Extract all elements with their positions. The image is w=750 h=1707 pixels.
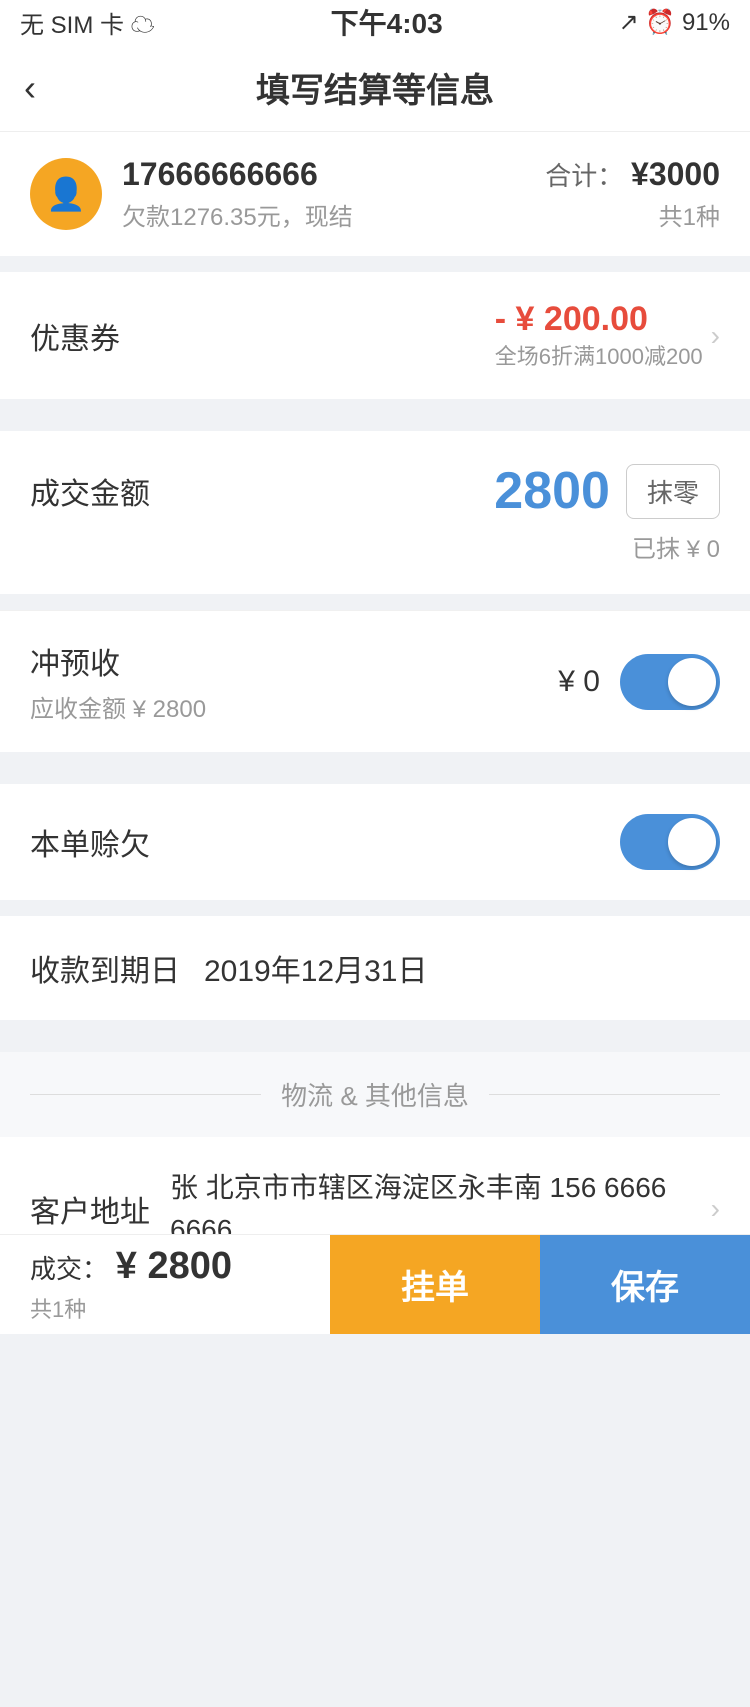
- bottom-spacer: [0, 1297, 750, 1597]
- bottom-deal-row: 成交： ¥ 2800: [30, 1245, 300, 1288]
- bottom-count: 共1种: [30, 1292, 300, 1324]
- section-divider-2: [0, 768, 750, 784]
- signal-text: 无 SIM 卡 ☁: [20, 5, 155, 40]
- total-amount: ¥3000: [631, 156, 720, 192]
- battery-text: ↗ ⏰ 91%: [619, 8, 730, 37]
- coupon-desc: 全场6折满1000减200: [495, 339, 703, 371]
- pending-button[interactable]: 挂单: [330, 1235, 540, 1334]
- pre-receive-amount: ¥ 0: [558, 665, 600, 699]
- pre-right: ¥ 0: [558, 654, 720, 710]
- date-row: 收款到期日 2019年12月31日: [0, 916, 750, 1020]
- deal-amount-label: 成交金额: [30, 469, 150, 513]
- status-time: 下午4:03: [331, 2, 443, 42]
- address-chevron-icon: ›: [711, 1193, 720, 1225]
- coupon-row[interactable]: 优惠券 - ¥ 200.00 全场6折满1000减200 ›: [0, 272, 750, 399]
- section-divider-3: [0, 1036, 750, 1052]
- deal-section: 成交金额 2800 抹零 已抹 ¥ 0: [0, 431, 750, 594]
- deal-right: 2800 抹零: [494, 461, 720, 521]
- nav-bar: ‹ 填写结算等信息: [0, 44, 750, 132]
- coupon-right-content: - ¥ 200.00 全场6折满1000减200: [495, 300, 703, 371]
- bottom-summary: 成交： ¥ 2800 共1种: [0, 1235, 330, 1334]
- avatar-icon: 👤: [46, 175, 86, 213]
- pre-receive-row: 冲预收 应收金额 ¥ 2800 ¥ 0: [0, 610, 750, 752]
- address-label: 客户地址: [30, 1187, 150, 1231]
- user-sub: 欠款1276.35元，现结: [122, 197, 353, 232]
- bottom-bar: 成交： ¥ 2800 共1种 挂单 保存: [0, 1234, 750, 1334]
- status-right: ↗ ⏰ 91%: [619, 8, 730, 37]
- main-content: 👤 17666666666 欠款1276.35元，现结 合计： ¥3000 共1…: [0, 132, 750, 1707]
- total-label: 合计：: [545, 161, 623, 191]
- bottom-deal-amount: ¥ 2800: [116, 1245, 232, 1287]
- coupon-label: 优惠券: [30, 314, 120, 358]
- pre-left: 冲预收 应收金额 ¥ 2800: [30, 639, 206, 724]
- back-button[interactable]: ‹: [24, 67, 36, 109]
- pre-receive-label: 冲预收: [30, 639, 206, 683]
- coupon-amount: - ¥ 200.00: [495, 300, 703, 339]
- user-row: 👤 17666666666 欠款1276.35元，现结 合计： ¥3000 共1…: [0, 132, 750, 256]
- user-phone: 17666666666: [122, 156, 353, 193]
- total-label-row: 合计： ¥3000: [545, 156, 720, 193]
- user-left: 👤 17666666666 欠款1276.35元，现结: [30, 156, 353, 232]
- save-button[interactable]: 保存: [540, 1235, 750, 1334]
- user-info: 17666666666 欠款1276.35元，现结: [122, 156, 353, 232]
- total-count: 共1种: [545, 197, 720, 232]
- coupon-chevron-icon: ›: [711, 320, 720, 352]
- logistics-header: 物流 & 其他信息: [0, 1052, 750, 1137]
- coupon-right: - ¥ 200.00 全场6折满1000减200 ›: [495, 300, 720, 371]
- bottom-deal-label: 成交：: [30, 1254, 108, 1284]
- section-divider-1: [0, 415, 750, 431]
- round-button[interactable]: 抹零: [626, 464, 720, 519]
- logistics-title: 物流 & 其他信息: [261, 1076, 489, 1113]
- logistics-line-left: [30, 1094, 261, 1095]
- status-bar: 无 SIM 卡 ☁ 下午4:03 ↗ ⏰ 91%: [0, 0, 750, 44]
- debit-label: 本单赊欠: [30, 820, 150, 864]
- deal-amount-value: 2800: [494, 461, 610, 521]
- logistics-line-right: [489, 1094, 720, 1095]
- page-title: 填写结算等信息: [256, 63, 494, 112]
- pre-receive-toggle[interactable]: [620, 654, 720, 710]
- debit-row: 本单赊欠: [0, 784, 750, 900]
- avatar: 👤: [30, 158, 102, 230]
- pre-receive-sub: 应收金额 ¥ 2800: [30, 689, 206, 724]
- status-left: 无 SIM 卡 ☁: [20, 5, 155, 40]
- debit-toggle[interactable]: [620, 814, 720, 870]
- deal-row: 成交金额 2800 抹零: [30, 461, 720, 521]
- due-date-value: 2019年12月31日: [204, 946, 427, 990]
- user-right: 合计： ¥3000 共1种: [545, 156, 720, 232]
- deal-sub: 已抹 ¥ 0: [30, 529, 720, 564]
- due-date-label: 收款到期日: [30, 946, 180, 990]
